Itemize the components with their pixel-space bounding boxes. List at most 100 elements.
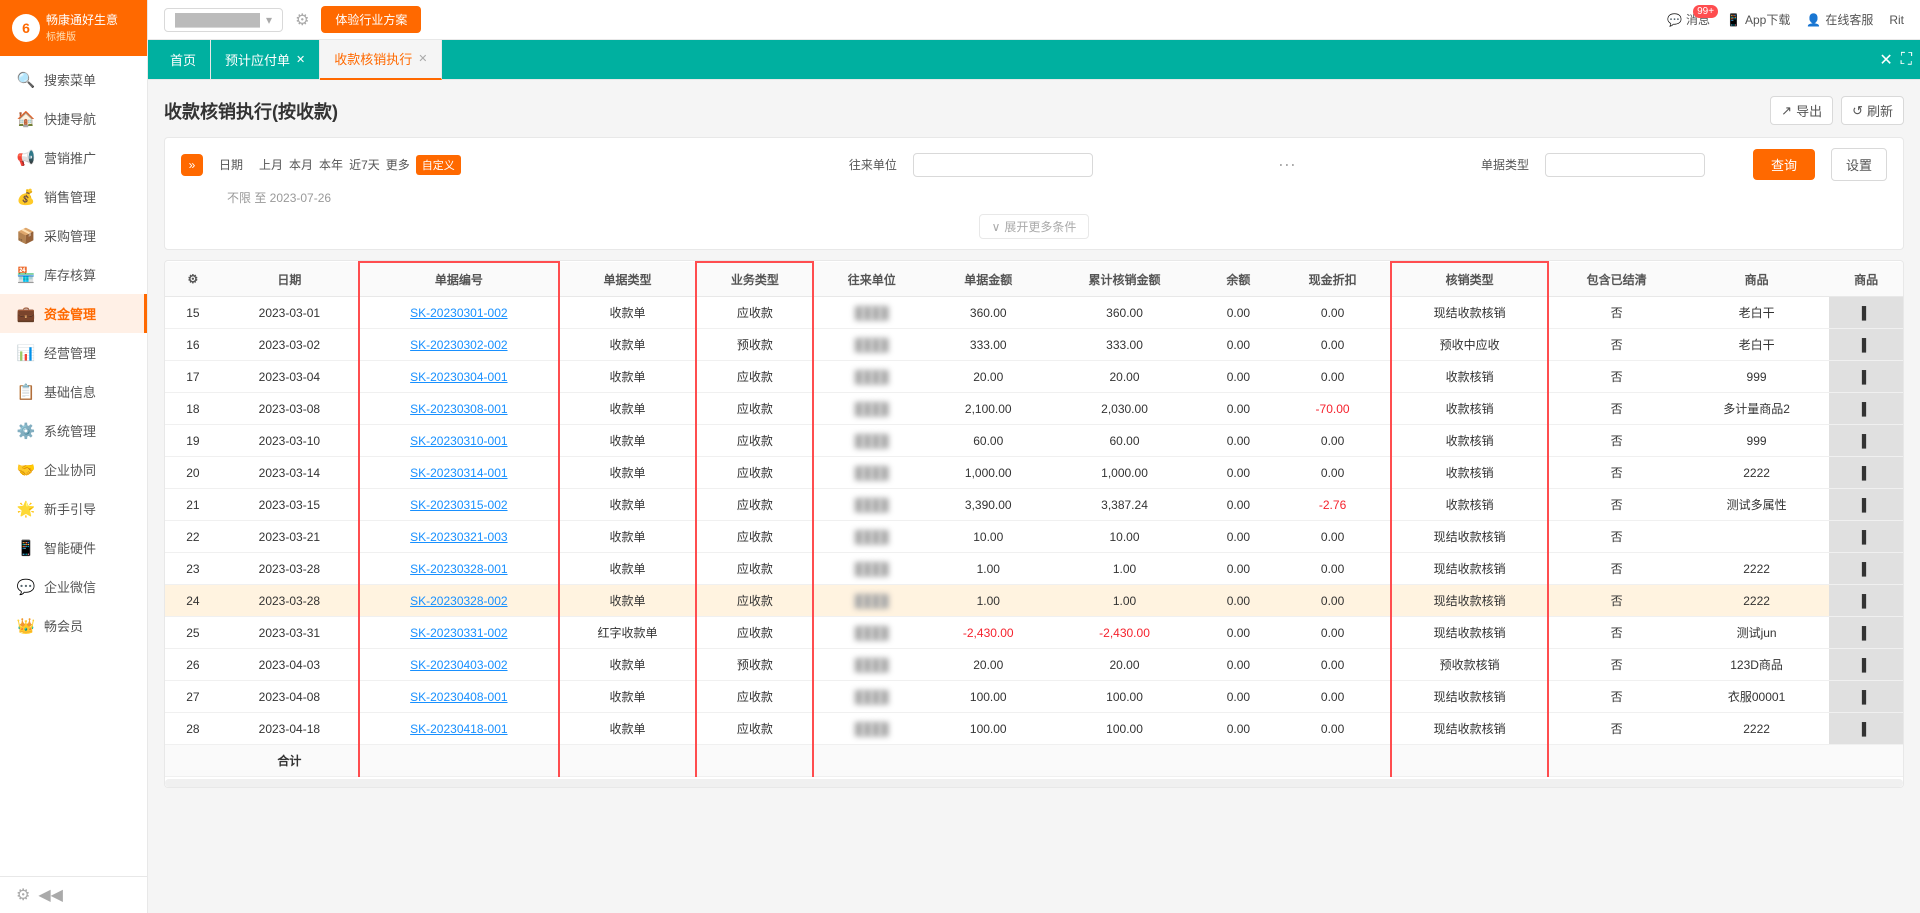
tab-collection-exec[interactable]: 收款核销执行 ✕	[320, 40, 442, 80]
row-doc-type: 收款单	[559, 585, 696, 617]
row-cash-discount: 0.00	[1275, 457, 1391, 489]
row-doc-amount: 1.00	[929, 585, 1047, 617]
setting-button[interactable]: 设置	[1831, 148, 1887, 181]
col-verify-type[interactable]: 核销类型	[1391, 262, 1548, 297]
message-button[interactable]: 💬 消息 99+	[1667, 11, 1710, 28]
dots-spacer: ···	[1109, 154, 1465, 175]
sidebar-item-purchase[interactable]: 📦 采购管理	[0, 216, 147, 255]
col-product[interactable]: 商品	[1684, 262, 1829, 297]
row-doc-no[interactable]: SK-20230308-001	[359, 393, 559, 425]
refresh-button[interactable]: ↺ 刷新	[1841, 96, 1904, 125]
sidebar-item-enterprise[interactable]: 🤝 企业协同	[0, 450, 147, 489]
row-party: ████	[813, 521, 929, 553]
sidebar-item-guide[interactable]: 🌟 新手引导	[0, 489, 147, 528]
col-party[interactable]: 往来单位	[813, 262, 929, 297]
table-row[interactable]: 152023-03-01SK-20230301-002收款单应收款████360…	[165, 297, 1903, 329]
sidebar-item-search[interactable]: 🔍 搜索菜单	[0, 60, 147, 99]
close-prepay-tab[interactable]: ✕	[296, 53, 305, 66]
table-row[interactable]: 252023-03-31SK-20230331-002红字收款单应收款████-…	[165, 617, 1903, 649]
col-date[interactable]: 日期	[221, 262, 359, 297]
table-row[interactable]: 232023-03-28SK-20230328-001收款单应收款████1.0…	[165, 553, 1903, 585]
solution-button[interactable]: 体验行业方案	[321, 6, 421, 33]
row-doc-no[interactable]: SK-20230310-001	[359, 425, 559, 457]
row-biz-type: 预收款	[696, 329, 813, 361]
col-doc-amount[interactable]: 单据金额	[929, 262, 1047, 297]
date-prev-month[interactable]: 上月	[259, 156, 283, 173]
table-row[interactable]: 242023-03-28SK-20230328-002收款单应收款████1.0…	[165, 585, 1903, 617]
row-doc-no[interactable]: SK-20230331-002	[359, 617, 559, 649]
date-this-year[interactable]: 本年	[319, 156, 343, 173]
row-doc-no[interactable]: SK-20230304-001	[359, 361, 559, 393]
close-tab-icon[interactable]: ✕	[1879, 50, 1892, 70]
online-service-button[interactable]: 👤 在线客服	[1806, 11, 1873, 28]
table-row[interactable]: 222023-03-21SK-20230321-003收款单应收款████10.…	[165, 521, 1903, 553]
row-doc-no[interactable]: SK-20230403-002	[359, 649, 559, 681]
sidebar-item-finance[interactable]: 💼 资金管理	[0, 294, 147, 333]
table-row[interactable]: 272023-04-08SK-20230408-001收款单应收款████100…	[165, 681, 1903, 713]
sidebar-item-weixin[interactable]: 💬 企业微信	[0, 567, 147, 606]
expand-tab-icon[interactable]: ⛶	[1901, 51, 1912, 69]
query-button[interactable]: 查询	[1753, 149, 1815, 180]
table-row[interactable]: 172023-03-04SK-20230304-001收款单应收款████20.…	[165, 361, 1903, 393]
table-row[interactable]: 282023-04-18SK-20230418-001收款单应收款████100…	[165, 713, 1903, 745]
col-balance[interactable]: 余额	[1202, 262, 1276, 297]
date-7days[interactable]: 近7天	[349, 156, 380, 173]
collapse-icon[interactable]: ◀◀	[38, 885, 63, 905]
col-doc-no[interactable]: 单据编号	[359, 262, 559, 297]
user-info[interactable]: Rit	[1889, 13, 1904, 27]
more-filters-dots[interactable]: ···	[1278, 154, 1296, 174]
row-doc-no[interactable]: SK-20230315-002	[359, 489, 559, 521]
tab-prepay[interactable]: 预计应付单 ✕	[211, 40, 320, 80]
row-doc-no[interactable]: SK-20230418-001	[359, 713, 559, 745]
unit-input[interactable]	[913, 153, 1093, 177]
date-this-month[interactable]: 本月	[289, 156, 313, 173]
footer-cell-7	[1047, 745, 1201, 777]
table-scrollbar[interactable]	[165, 779, 1903, 787]
row-party: ████	[813, 649, 929, 681]
tab-home[interactable]: 首页	[156, 40, 211, 80]
settings-bottom-icon[interactable]: ⚙	[16, 885, 30, 905]
sidebar-item-ops[interactable]: 📊 经营管理	[0, 333, 147, 372]
sidebar-item-smart[interactable]: 📱 智能硬件	[0, 528, 147, 567]
row-doc-no[interactable]: SK-20230408-001	[359, 681, 559, 713]
row-doc-no[interactable]: SK-20230321-003	[359, 521, 559, 553]
row-doc-no[interactable]: SK-20230328-002	[359, 585, 559, 617]
filter-expand-button[interactable]: »	[181, 154, 203, 176]
table-row[interactable]: 202023-03-14SK-20230314-001收款单应收款████1,0…	[165, 457, 1903, 489]
expand-more-button[interactable]: ∨ 展开更多条件	[979, 214, 1090, 239]
col-product2[interactable]: 商品	[1829, 262, 1903, 297]
enterprise-selector[interactable]: ██████████ ▾	[164, 8, 283, 32]
export-button[interactable]: ↗ 导出	[1770, 96, 1833, 125]
table-row[interactable]: 212023-03-15SK-20230315-002收款单应收款████3,3…	[165, 489, 1903, 521]
row-doc-no[interactable]: SK-20230328-001	[359, 553, 559, 585]
row-product: 123D商品	[1684, 649, 1829, 681]
app-download-button[interactable]: 📱 App下载	[1726, 11, 1790, 28]
table-row[interactable]: 192023-03-10SK-20230310-001收款单应收款████60.…	[165, 425, 1903, 457]
col-biz-type[interactable]: 业务类型	[696, 262, 813, 297]
row-cash-discount: 0.00	[1275, 553, 1391, 585]
close-collection-tab[interactable]: ✕	[418, 52, 427, 65]
row-doc-no[interactable]: SK-20230302-002	[359, 329, 559, 361]
sidebar-item-basic[interactable]: 📋 基础信息	[0, 372, 147, 411]
date-more[interactable]: 更多	[386, 156, 410, 173]
doc-type-select[interactable]	[1545, 153, 1705, 177]
col-include-settled[interactable]: 包含已结清	[1548, 262, 1684, 297]
gear-icon[interactable]: ⚙	[295, 10, 309, 30]
sidebar-item-sales[interactable]: 💰 销售管理	[0, 177, 147, 216]
col-doc-type[interactable]: 单据类型	[559, 262, 696, 297]
sidebar-item-system[interactable]: ⚙️ 系统管理	[0, 411, 147, 450]
sidebar-item-marketing[interactable]: 📢 营销推广	[0, 138, 147, 177]
col-settings[interactable]: ⚙	[165, 262, 221, 297]
row-doc-no[interactable]: SK-20230314-001	[359, 457, 559, 489]
sidebar-item-quicknav[interactable]: 🏠 快捷导航	[0, 99, 147, 138]
sidebar-item-member[interactable]: 👑 畅会员	[0, 606, 147, 645]
col-cash-discount[interactable]: 现金折扣	[1275, 262, 1391, 297]
table-row[interactable]: 162023-03-02SK-20230302-002收款单预收款████333…	[165, 329, 1903, 361]
table-row[interactable]: 262023-04-03SK-20230403-002收款单预收款████20.…	[165, 649, 1903, 681]
row-doc-no[interactable]: SK-20230301-002	[359, 297, 559, 329]
sidebar-item-inventory[interactable]: 🏪 库存核算	[0, 255, 147, 294]
date-custom-button[interactable]: 自定义	[416, 155, 461, 175]
table-row[interactable]: 182023-03-08SK-20230308-001收款单应收款████2,1…	[165, 393, 1903, 425]
col-verified-amount[interactable]: 累计核销金额	[1047, 262, 1201, 297]
row-product: 衣服00001	[1684, 681, 1829, 713]
